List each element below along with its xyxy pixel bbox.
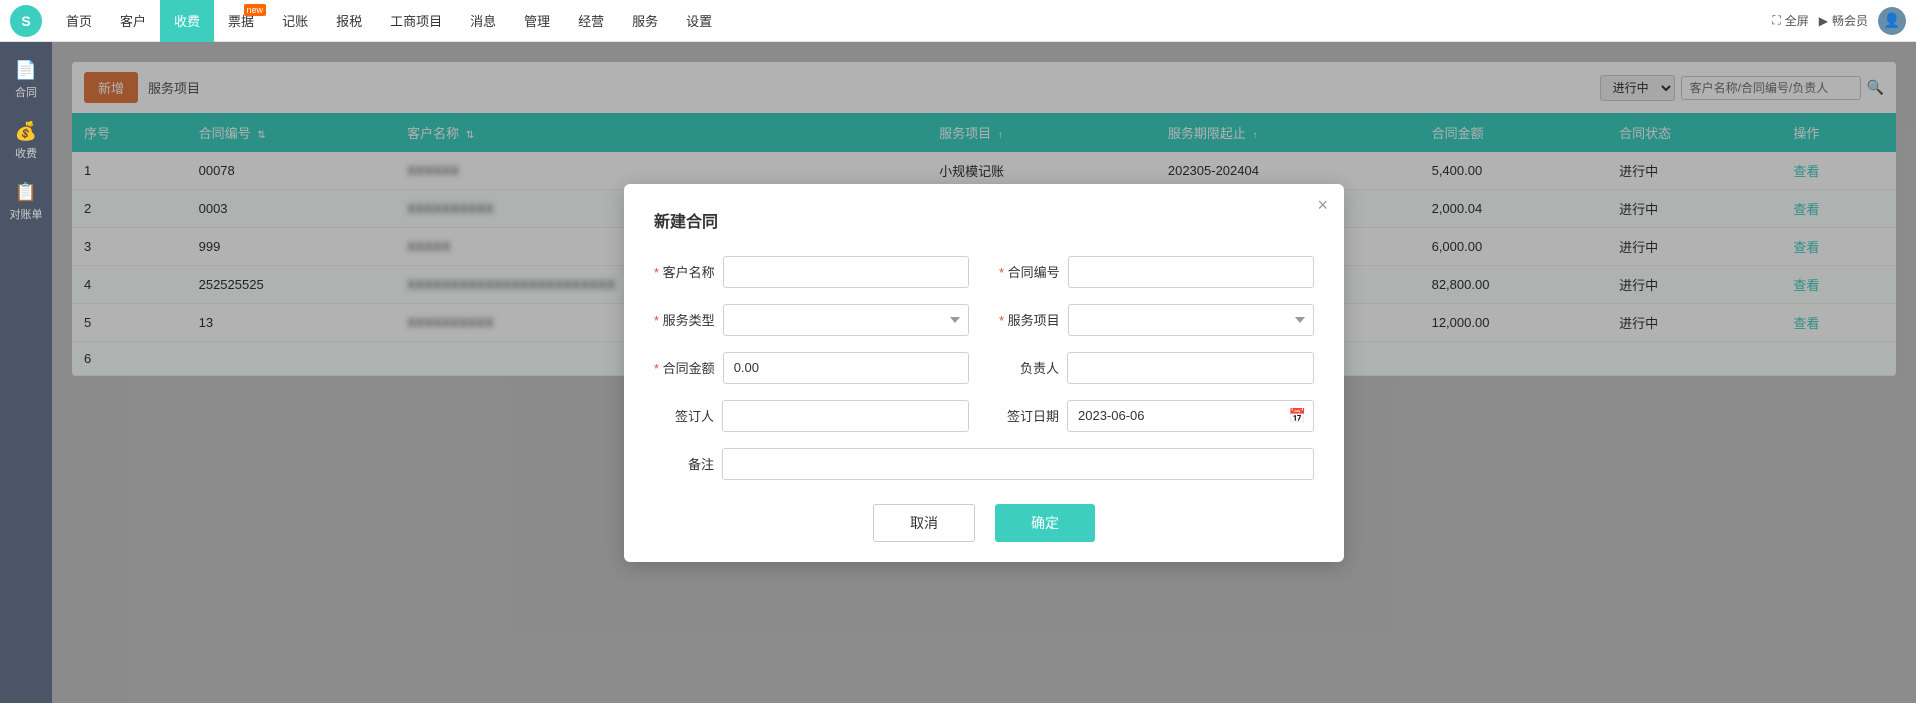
nav-item-management[interactable]: 管理 [510,0,564,42]
new-badge: new [244,4,267,16]
member-label: 畅会员 [1832,12,1868,29]
sidebar-item-contract[interactable]: 📄 合同 [1,52,51,108]
content-area: 新增 服务项目 进行中 已完成 已取消 🔍 [52,42,1916,703]
field-service-type: 服务类型 [654,304,969,336]
nav-item-commerce[interactable]: 工商项目 [376,0,456,42]
field-signer: 签订人 [654,400,969,432]
responsible-input[interactable] [1067,352,1314,384]
charge-icon: 💰 [15,121,37,142]
service-type-select[interactable] [723,304,969,336]
nav-item-customer[interactable]: 客户 [106,0,160,42]
service-item-select[interactable] [1068,304,1314,336]
fullscreen-label: 全屏 [1785,12,1809,29]
top-navigation: S 首页 客户 收费 票据 new 记账 报税 工商项目 消息 管理 经营 服务… [0,0,1916,42]
signer-input[interactable] [722,400,969,432]
sign-date-label: 签订日期 [999,406,1059,425]
user-avatar[interactable]: 👤 [1878,7,1906,35]
sign-date-wrapper: 📅 [1067,400,1314,432]
field-contract-no: 合同编号 [999,256,1314,288]
nav-item-invoice[interactable]: 票据 new [214,0,268,42]
field-sign-date: 签订日期 📅 [999,400,1314,432]
logo: S [10,5,42,37]
reconciliation-icon: 📋 [15,182,37,203]
modal-title: 新建合同 [654,208,1314,232]
amount-label: 合同金额 [654,358,715,377]
modal-close-button[interactable]: × [1317,196,1328,214]
service-item-form-label: 服务项目 [999,310,1060,329]
nav-item-tax[interactable]: 报税 [322,0,376,42]
nav-item-charge[interactable]: 收费 [160,0,214,42]
nav-item-operation[interactable]: 经营 [564,0,618,42]
nav-item-settings[interactable]: 设置 [672,0,726,42]
nav-right: ⛶ 全屏 ▶ 畅会员 👤 [1772,7,1906,35]
contract-icon: 📄 [15,60,37,81]
fullscreen-icon: ⛶ [1772,13,1780,28]
field-service-item: 服务项目 [999,304,1314,336]
contract-no-label: 合同编号 [999,262,1060,281]
notes-label: 备注 [654,454,714,473]
responsible-label: 负责人 [999,358,1059,377]
sidebar-label-charge: 收费 [15,145,37,161]
fullscreen-button[interactable]: ⛶ 全屏 [1772,12,1808,29]
sidebar: 📄 合同 💰 收费 📋 对账单 [0,42,52,703]
video-icon: ▶ [1819,14,1828,28]
sidebar-label-contract: 合同 [15,84,37,100]
sidebar-item-reconciliation[interactable]: 📋 对账单 [1,174,51,230]
nav-item-service[interactable]: 服务 [618,0,672,42]
amount-input[interactable] [723,352,969,384]
logo-text: S [21,13,30,29]
sidebar-label-reconciliation: 对账单 [10,206,43,222]
main-layout: 📄 合同 💰 收费 📋 对账单 新增 服务项目 进行中 已完成 已取 [0,42,1916,703]
field-customer-name: 客户名称 [654,256,969,288]
field-responsible: 负责人 [999,352,1314,384]
customer-name-input[interactable] [723,256,969,288]
nav-menu: 首页 客户 收费 票据 new 记账 报税 工商项目 消息 管理 经营 服务 设… [52,0,1772,42]
nav-item-bookkeeping[interactable]: 记账 [268,0,322,42]
nav-item-message[interactable]: 消息 [456,0,510,42]
form-grid: 客户名称 合同编号 服务类型 服务项目 [654,256,1314,432]
sidebar-item-charge[interactable]: 💰 收费 [1,113,51,169]
confirm-button[interactable]: 确定 [995,504,1095,542]
member-button[interactable]: ▶ 畅会员 [1819,12,1868,29]
service-type-label: 服务类型 [654,310,715,329]
nav-item-home[interactable]: 首页 [52,0,106,42]
modal-overlay: × 新建合同 客户名称 合同编号 服务类型 [52,42,1916,703]
calendar-icon[interactable]: 📅 [1289,407,1306,424]
sign-date-input[interactable] [1067,400,1314,432]
new-contract-modal: × 新建合同 客户名称 合同编号 服务类型 [624,184,1344,562]
customer-name-label: 客户名称 [654,262,715,281]
field-notes: 备注 [654,448,1314,480]
signer-label: 签订人 [654,406,714,425]
notes-input[interactable] [722,448,1314,480]
modal-footer: 取消 确定 [654,504,1314,542]
user-icon: 👤 [1883,12,1900,29]
cancel-button[interactable]: 取消 [873,504,975,542]
field-amount: 合同金额 [654,352,969,384]
contract-no-input[interactable] [1068,256,1314,288]
